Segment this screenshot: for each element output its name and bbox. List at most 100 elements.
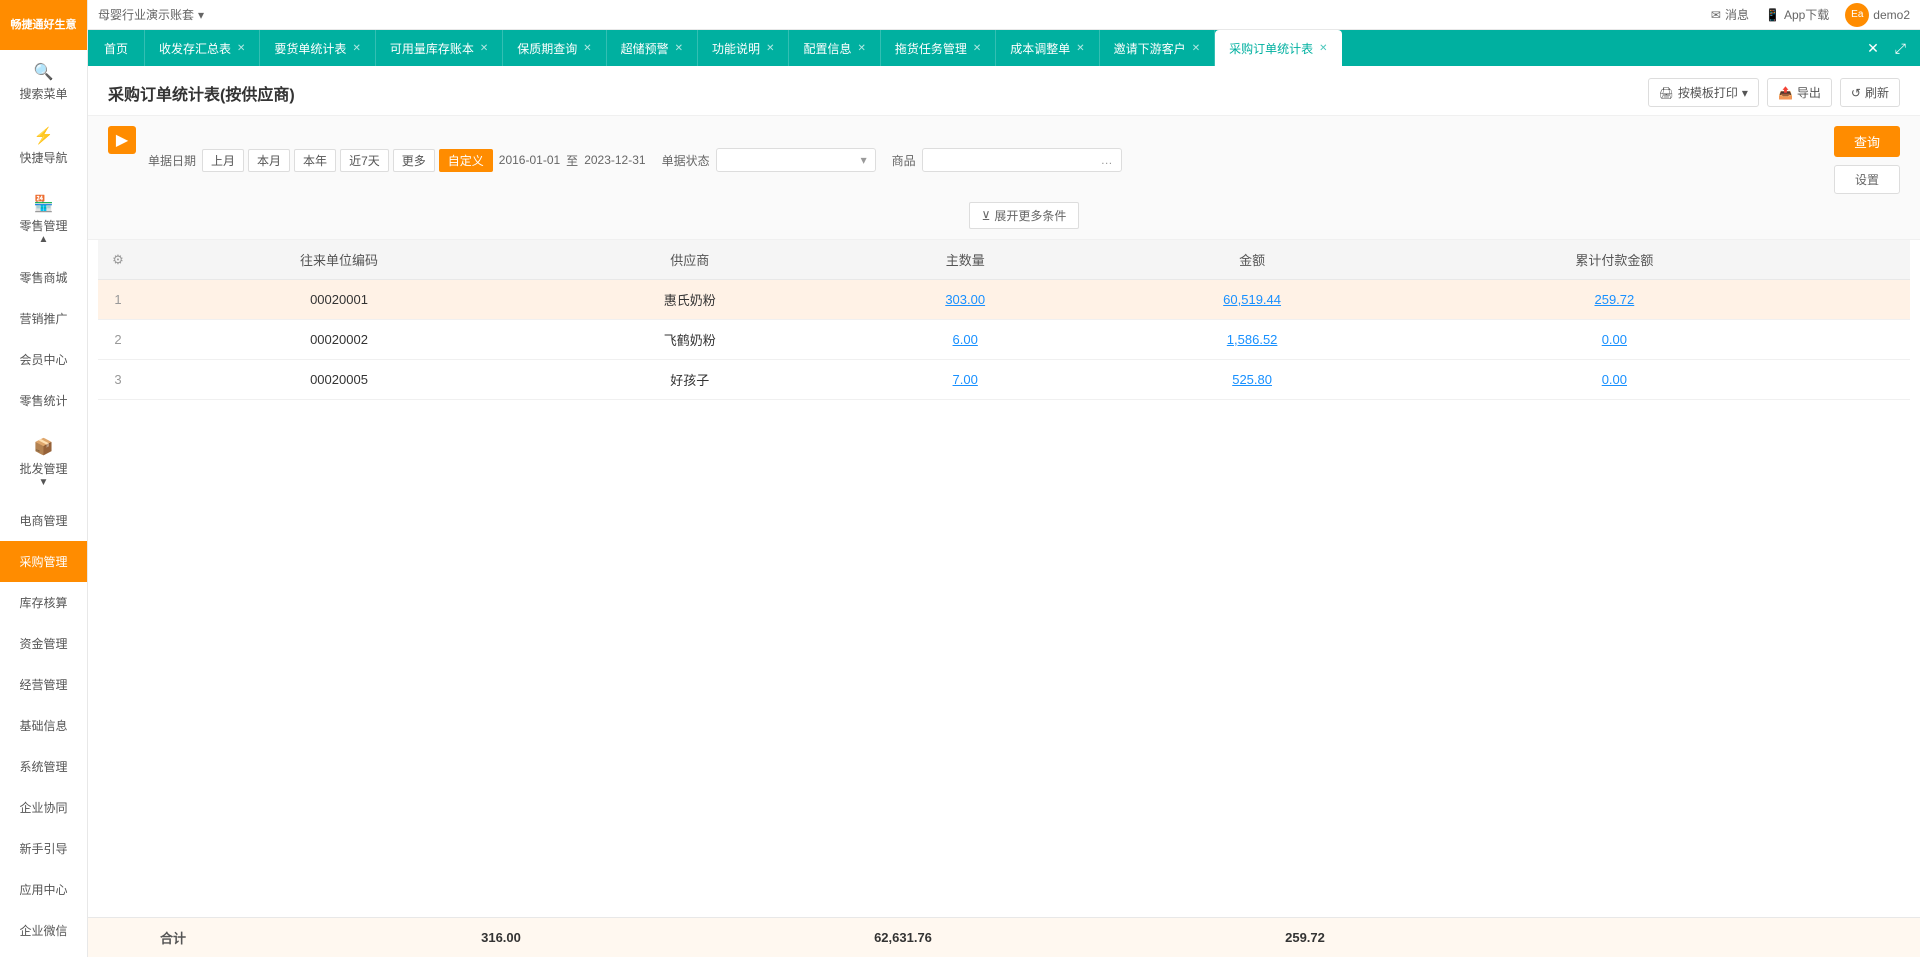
sidebar-item-label: 企业协同 — [19, 799, 67, 816]
user-menu[interactable]: Ea demo2 — [1845, 3, 1910, 27]
tab-close-icon[interactable]: ✕ — [480, 43, 488, 54]
sidebar-item-app-center[interactable]: 应用中心 — [0, 869, 88, 910]
tab-chaochuyujing[interactable]: 超储预警 ✕ — [607, 30, 698, 66]
tab-close-icon[interactable]: ✕ — [1076, 43, 1084, 54]
sidebar-item-system[interactable]: 系统管理 — [0, 746, 88, 787]
row-checkbox-cell: 1 — [98, 280, 138, 320]
print-button[interactable]: 🖨 按模板打印 ▾ — [1648, 78, 1759, 107]
sidebar-item-label: 系统管理 — [19, 758, 67, 775]
refresh-button[interactable]: ↺ 刷新 — [1840, 78, 1900, 107]
tab-close-icon[interactable]: ✕ — [583, 43, 591, 54]
shortcut-this-year[interactable]: 本年 — [294, 149, 336, 172]
sidebar-item-retail-mall[interactable]: 零售商城 — [0, 257, 88, 298]
row-qty[interactable]: 7.00 — [840, 360, 1091, 400]
tab-close-icon[interactable]: ✕ — [1319, 43, 1327, 54]
expand-label: 展开更多条件 — [994, 207, 1066, 224]
tab-label: 成本调整单 — [1010, 40, 1070, 57]
app-download-button[interactable]: 📱 App下载 — [1765, 6, 1829, 23]
sidebar-item-retail-stat[interactable]: 零售统计 — [0, 380, 88, 421]
row-paid[interactable]: 0.00 — [1413, 320, 1815, 360]
tab-close-icon[interactable]: ✕ — [237, 43, 245, 54]
print-icon: 🖨 — [1659, 86, 1674, 100]
tab-close-icon[interactable]: ✕ — [1192, 43, 1200, 54]
tab-caigoudingjiantongji[interactable]: 采购订单统计表 ✕ — [1215, 30, 1342, 66]
sidebar-item-wechat[interactable]: 企业微信 — [0, 910, 88, 951]
row-amount[interactable]: 525.80 — [1091, 360, 1414, 400]
sidebar-item-marketing[interactable]: 营销推广 — [0, 298, 88, 339]
workspace-selector[interactable]: 母婴行业演示账套 ▾ — [98, 6, 204, 23]
tab-close-icon[interactable]: ✕ — [973, 43, 981, 54]
row-qty[interactable]: 303.00 — [840, 280, 1091, 320]
sidebar-item-operation[interactable]: 经营管理 — [0, 664, 88, 705]
sidebar-item-inventory[interactable]: 库存核算 — [0, 582, 88, 623]
sidebar: 畅捷通好生意 🔍 搜索菜单 ⚡ 快捷导航 🏪 零售管理 ▲ 零售商城 营销推广 … — [0, 0, 88, 957]
filter-toggle-button[interactable]: ▶ — [108, 126, 136, 154]
table-row[interactable]: 2 00020002 飞鹤奶粉 6.00 1,586.52 0.00 — [98, 320, 1910, 360]
row-amount[interactable]: 1,586.52 — [1091, 320, 1414, 360]
filter-fields-wrapper: 单据日期 上月 本月 本年 近7天 更多 自定义 2016-01-01 至 — [148, 126, 1900, 229]
app-label: App下载 — [1784, 6, 1829, 23]
sidebar-item-label: 新手引导 — [19, 840, 67, 857]
sidebar-item-search[interactable]: 🔍 搜索菜单 — [0, 50, 88, 114]
sidebar-item-base[interactable]: 基础信息 — [0, 705, 88, 746]
tab-chengbenzhengzheng[interactable]: 成本调整单 ✕ — [996, 30, 1099, 66]
table-row[interactable]: 1 00020001 惠氏奶粉 303.00 60,519.44 259.72 — [98, 280, 1910, 320]
shortcut-7days[interactable]: 近7天 — [340, 149, 389, 172]
col-supplier: 供应商 — [540, 240, 840, 280]
row-paid[interactable]: 259.72 — [1413, 280, 1815, 320]
tab-baozhouqi[interactable]: 保质期查询 ✕ — [503, 30, 606, 66]
row-extra — [1815, 320, 1910, 360]
query-button[interactable]: 查询 — [1834, 126, 1900, 157]
tab-close-icon[interactable]: ✕ — [857, 43, 865, 54]
row-paid[interactable]: 0.00 — [1413, 360, 1815, 400]
shortcut-custom[interactable]: 自定义 — [439, 149, 493, 172]
print-label: 按模板打印 — [1678, 84, 1738, 101]
tab-gongnengshuo[interactable]: 功能说明 ✕ — [698, 30, 789, 66]
date-shortcuts: 上月 本月 本年 近7天 更多 自定义 — [202, 149, 493, 172]
export-button[interactable]: 📤 导出 — [1767, 78, 1832, 107]
sidebar-item-vip[interactable]: 畅会员 — [0, 951, 88, 957]
table-row[interactable]: 3 00020005 好孩子 7.00 525.80 0.00 — [98, 360, 1910, 400]
tab-yaohuodanjitongji[interactable]: 要货单统计表 ✕ — [260, 30, 375, 66]
tab-keyongliangkucun[interactable]: 可用量库存账本 ✕ — [376, 30, 503, 66]
status-select[interactable]: ▾ — [716, 148, 876, 172]
table-settings-icon[interactable]: ⚙ — [112, 252, 124, 267]
tab-shoufhui[interactable]: 收发存汇总表 ✕ — [145, 30, 260, 66]
tab-close-icon[interactable]: ✕ — [352, 43, 360, 54]
tab-close-icon[interactable]: ✕ — [766, 43, 774, 54]
sidebar-item-label: 企业微信 — [19, 922, 67, 939]
shortcut-more[interactable]: 更多 — [393, 149, 435, 172]
sidebar-item-member[interactable]: 会员中心 — [0, 339, 88, 380]
sidebar-item-quick-nav[interactable]: ⚡ 快捷导航 — [0, 114, 88, 178]
tab-yaoqingxiayou[interactable]: 邀请下游客户 ✕ — [1100, 30, 1215, 66]
tab-label: 功能说明 — [712, 40, 760, 57]
topbar-left: 母婴行业演示账套 ▾ — [98, 6, 204, 23]
tab-label: 要货单统计表 — [274, 40, 346, 57]
row-qty[interactable]: 6.00 — [840, 320, 1091, 360]
settings-button[interactable]: 设置 — [1834, 165, 1900, 194]
tab-home[interactable]: 首页 — [88, 30, 145, 66]
shortcut-prev-month[interactable]: 上月 — [202, 149, 244, 172]
close-tab-button[interactable]: ✕ — [1861, 38, 1885, 59]
shortcut-this-month[interactable]: 本月 — [248, 149, 290, 172]
sidebar-item-label: 零售统计 — [19, 392, 67, 409]
sidebar-item-ecommerce[interactable]: 电商管理 — [0, 500, 88, 541]
maximize-tab-button[interactable]: ⤢ — [1889, 38, 1912, 59]
message-button[interactable]: ✉ 消息 — [1711, 6, 1749, 23]
sidebar-item-wholesale[interactable]: 📦 批发管理 ▼ — [0, 425, 88, 500]
goods-input[interactable]: … — [922, 148, 1122, 172]
sidebar-item-newbie[interactable]: 新手引导 — [0, 828, 88, 869]
sidebar-item-capital[interactable]: 资金管理 — [0, 623, 88, 664]
expand-arrow-icon: ▲ — [39, 234, 49, 245]
expand-conditions-button[interactable]: ⊻ 展开更多条件 — [969, 202, 1080, 229]
sidebar-item-collab[interactable]: 企业协同 — [0, 787, 88, 828]
status-filter-label: 单据状态 — [662, 152, 710, 169]
tab-close-icon[interactable]: ✕ — [675, 43, 683, 54]
tab-tuohuorenwu[interactable]: 拖货任务管理 ✕ — [881, 30, 996, 66]
sidebar-item-purchase[interactable]: 采购管理 — [0, 541, 88, 582]
sidebar-item-retail[interactable]: 🏪 零售管理 ▲ — [0, 182, 88, 257]
search-icon: 🔍 — [34, 62, 54, 82]
row-amount[interactable]: 60,519.44 — [1091, 280, 1414, 320]
sidebar-item-label: 快捷导航 — [19, 149, 67, 166]
tab-peizhi[interactable]: 配置信息 ✕ — [789, 30, 880, 66]
